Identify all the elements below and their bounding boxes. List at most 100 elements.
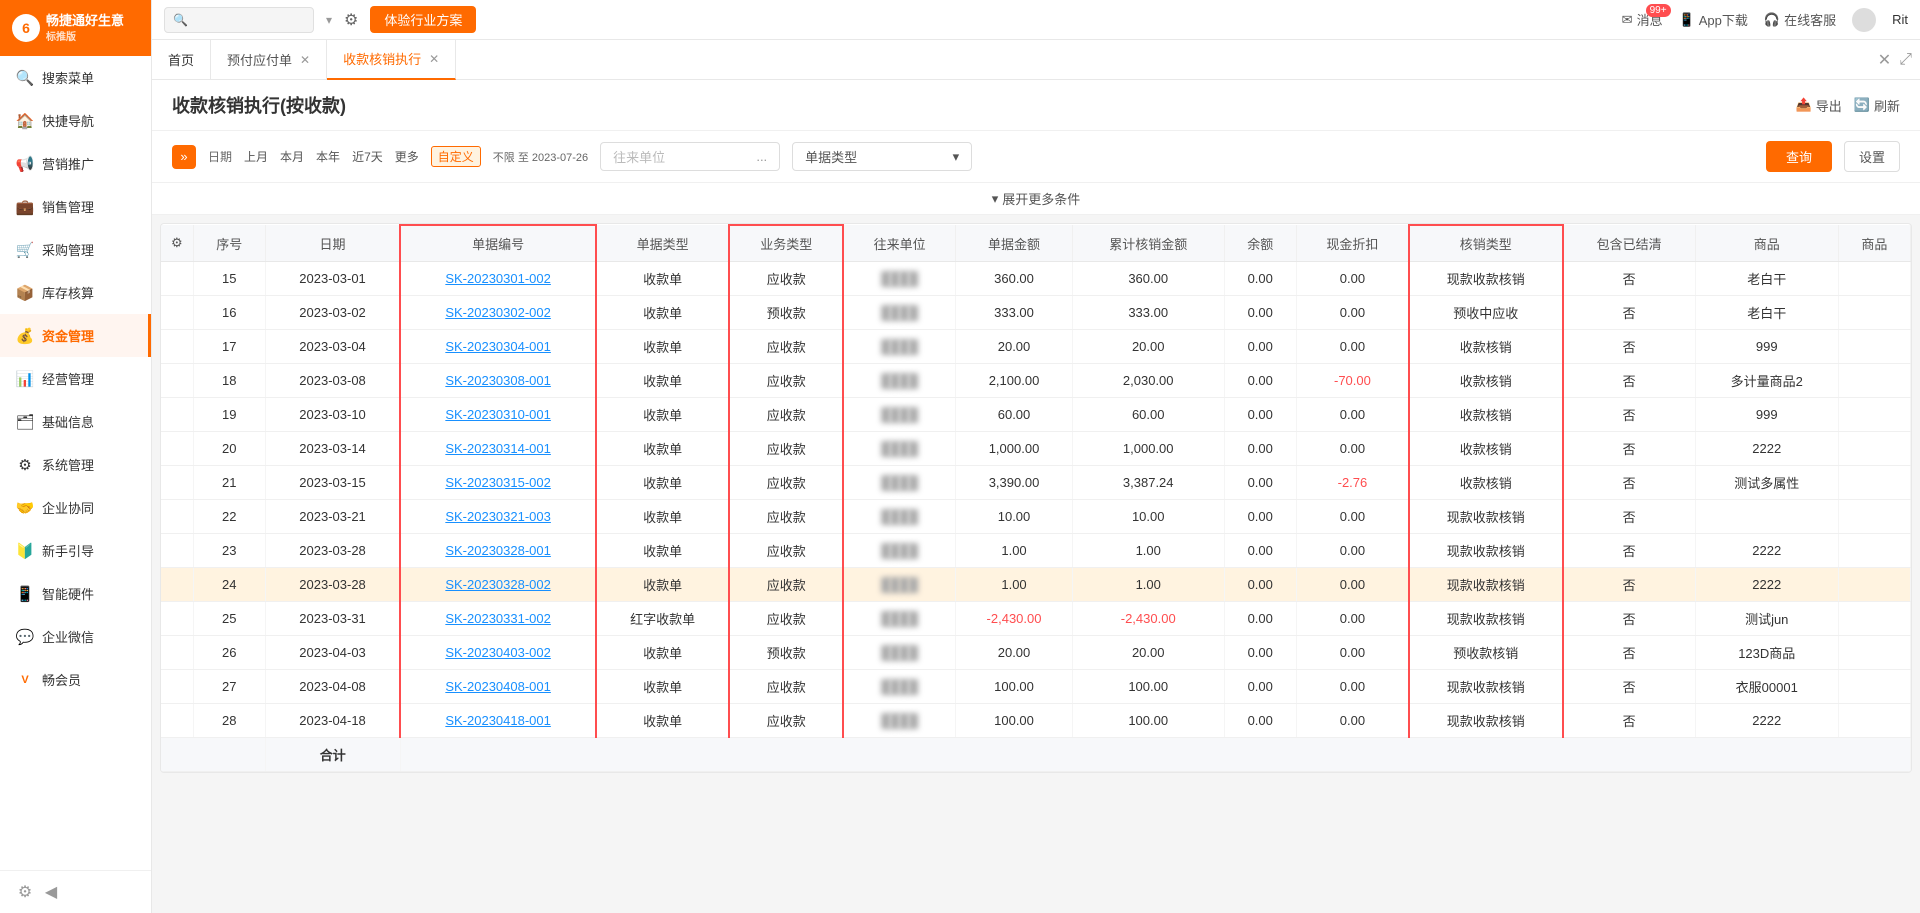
- sidebar-item-quick-nav[interactable]: 🏠 快捷导航: [0, 99, 151, 142]
- query-button[interactable]: 查询: [1766, 141, 1832, 172]
- sidebar-item-label: 系统管理: [42, 455, 94, 474]
- cell-no: 19: [193, 398, 265, 432]
- tabbar-close-icon[interactable]: ✕: [1878, 50, 1891, 70]
- verify-tab-close-icon[interactable]: ✕: [429, 52, 439, 66]
- industry-solution-button[interactable]: 体验行业方案: [370, 6, 476, 33]
- cell-amount: 1.00: [956, 568, 1073, 602]
- filter-settings-button[interactable]: 设置: [1844, 141, 1900, 172]
- cell-verify-type: 现款收款核销: [1409, 704, 1562, 738]
- filter-partner-input[interactable]: 往来单位 ...: [600, 142, 780, 171]
- sidebar-item-basic[interactable]: 🗂 基础信息: [0, 400, 151, 443]
- cell-balance: 0.00: [1224, 534, 1296, 568]
- tab-verify[interactable]: 收款核销执行 ✕: [327, 40, 456, 80]
- bill-no-link[interactable]: SK-20230310-001: [445, 407, 551, 422]
- bill-no-link[interactable]: SK-20230331-002: [445, 611, 551, 626]
- message-button[interactable]: ✉ 消息 99+: [1622, 10, 1663, 29]
- export-button[interactable]: 📤 导出: [1796, 96, 1842, 115]
- cell-include-settled: 否: [1563, 500, 1696, 534]
- table-scroll[interactable]: ⚙ 序号 日期 单据编号 单据类型 业务类型 往来单位 单据金额 累计核销金额 …: [161, 224, 1911, 772]
- settings-bottom-icon[interactable]: ⚙: [16, 883, 34, 901]
- basic-icon: 🗂: [16, 413, 34, 431]
- cell-balance: 0.00: [1224, 398, 1296, 432]
- cell-amount: 100.00: [956, 704, 1073, 738]
- cell-bill-no[interactable]: SK-20230408-001: [400, 670, 596, 704]
- sidebar-item-finance[interactable]: 💰 资金管理: [0, 314, 151, 357]
- cell-goods2: [1838, 364, 1910, 398]
- refresh-button[interactable]: 🔄 刷新: [1854, 96, 1900, 115]
- col-settings[interactable]: ⚙: [161, 225, 193, 262]
- bill-no-link[interactable]: SK-20230321-003: [445, 509, 551, 524]
- tab-home[interactable]: 首页: [152, 40, 211, 80]
- cell-bill-no[interactable]: SK-20230403-002: [400, 636, 596, 670]
- bill-no-link[interactable]: SK-20230328-002: [445, 577, 551, 592]
- app-download-link[interactable]: 📱 App下载: [1679, 10, 1748, 29]
- cell-bill-no[interactable]: SK-20230302-002: [400, 296, 596, 330]
- cell-bill-no[interactable]: SK-20230328-002: [400, 568, 596, 602]
- bill-no-link[interactable]: SK-20230408-001: [445, 679, 551, 694]
- cell-settings: [161, 534, 193, 568]
- filter-bill-type-select[interactable]: 单据类型 ▾: [792, 142, 972, 171]
- bill-no-link[interactable]: SK-20230403-002: [445, 645, 551, 660]
- col-include-settled-header: 包含已结清: [1563, 225, 1696, 262]
- tab-prepay[interactable]: 预付应付单 ✕: [211, 40, 327, 80]
- filter-last-month[interactable]: 上月: [244, 148, 268, 165]
- sidebar-item-label: 畅会员: [42, 670, 81, 689]
- bill-no-link[interactable]: SK-20230315-002: [445, 475, 551, 490]
- topbar-chevron-icon[interactable]: ▾: [326, 13, 332, 27]
- sidebar-item-enterprise[interactable]: 🤝 企业协同: [0, 486, 151, 529]
- filter-expand-button[interactable]: »: [172, 145, 196, 169]
- expand-more-bar[interactable]: ▾ 展开更多条件: [152, 183, 1920, 215]
- sidebar-item-label: 基础信息: [42, 412, 94, 431]
- cell-bill-type: 收款单: [596, 704, 730, 738]
- sidebar-item-business[interactable]: 📊 经营管理: [0, 357, 151, 400]
- sidebar-item-guide[interactable]: 🔰 新手引导: [0, 529, 151, 572]
- collapse-icon[interactable]: ◀: [42, 883, 60, 901]
- cell-bill-no[interactable]: SK-20230331-002: [400, 602, 596, 636]
- cell-bill-no[interactable]: SK-20230301-002: [400, 262, 596, 296]
- topbar-gear-icon[interactable]: ⚙: [344, 10, 358, 30]
- prepay-tab-close-icon[interactable]: ✕: [300, 53, 310, 67]
- online-service-link[interactable]: 🎧 在线客服: [1764, 10, 1836, 29]
- sidebar-item-search[interactable]: 🔍 搜索菜单: [0, 56, 151, 99]
- filter-custom-btn[interactable]: 自定义: [431, 146, 481, 167]
- topbar-right: ✉ 消息 99+ 📱 App下载 🎧 在线客服 Rit: [1622, 8, 1908, 32]
- sidebar-item-purchase[interactable]: 🛒 采购管理: [0, 228, 151, 271]
- tabbar-expand-icon[interactable]: ⤢: [1899, 51, 1912, 69]
- cell-bill-no[interactable]: SK-20230308-001: [400, 364, 596, 398]
- sidebar-item-inventory[interactable]: 📦 库存核算: [0, 271, 151, 314]
- cell-biz-type: 预收款: [729, 296, 843, 330]
- sidebar-item-member[interactable]: V 畅会员: [0, 658, 151, 701]
- cell-bill-no[interactable]: SK-20230304-001: [400, 330, 596, 364]
- bill-no-link[interactable]: SK-20230302-002: [445, 305, 551, 320]
- sidebar-item-system[interactable]: ⚙ 系统管理: [0, 443, 151, 486]
- sidebar-item-marketing[interactable]: 📢 营销推广: [0, 142, 151, 185]
- cell-balance: 0.00: [1224, 568, 1296, 602]
- cell-bill-no[interactable]: SK-20230310-001: [400, 398, 596, 432]
- cell-bill-no[interactable]: SK-20230418-001: [400, 704, 596, 738]
- filter-this-year[interactable]: 本年: [316, 148, 340, 165]
- sidebar-item-label: 经营管理: [42, 369, 94, 388]
- cell-bill-no[interactable]: SK-20230328-001: [400, 534, 596, 568]
- bill-no-link[interactable]: SK-20230328-001: [445, 543, 551, 558]
- cell-bill-type: 收款单: [596, 500, 730, 534]
- filter-this-month[interactable]: 本月: [280, 148, 304, 165]
- cell-discount: 0.00: [1296, 568, 1409, 602]
- logo-sub: 标推版: [46, 28, 124, 43]
- service-label: 在线客服: [1784, 10, 1836, 29]
- bill-no-link[interactable]: SK-20230301-002: [445, 271, 551, 286]
- bill-no-link[interactable]: SK-20230314-001: [445, 441, 551, 456]
- sidebar-item-smart-hw[interactable]: 📱 智能硬件: [0, 572, 151, 615]
- filter-dots[interactable]: ...: [756, 149, 767, 164]
- sidebar-item-sales[interactable]: 💼 销售管理: [0, 185, 151, 228]
- filter-more[interactable]: 更多: [395, 148, 419, 165]
- bill-no-link[interactable]: SK-20230418-001: [445, 713, 551, 728]
- cell-bill-no[interactable]: SK-20230314-001: [400, 432, 596, 466]
- bill-no-link[interactable]: SK-20230304-001: [445, 339, 551, 354]
- bill-type-label: 单据类型: [805, 147, 857, 166]
- cell-bill-no[interactable]: SK-20230321-003: [400, 500, 596, 534]
- cell-goods: [1695, 500, 1838, 534]
- sidebar-item-wechat[interactable]: 💬 企业微信: [0, 615, 151, 658]
- filter-7days[interactable]: 近7天: [352, 148, 383, 165]
- cell-bill-no[interactable]: SK-20230315-002: [400, 466, 596, 500]
- bill-no-link[interactable]: SK-20230308-001: [445, 373, 551, 388]
